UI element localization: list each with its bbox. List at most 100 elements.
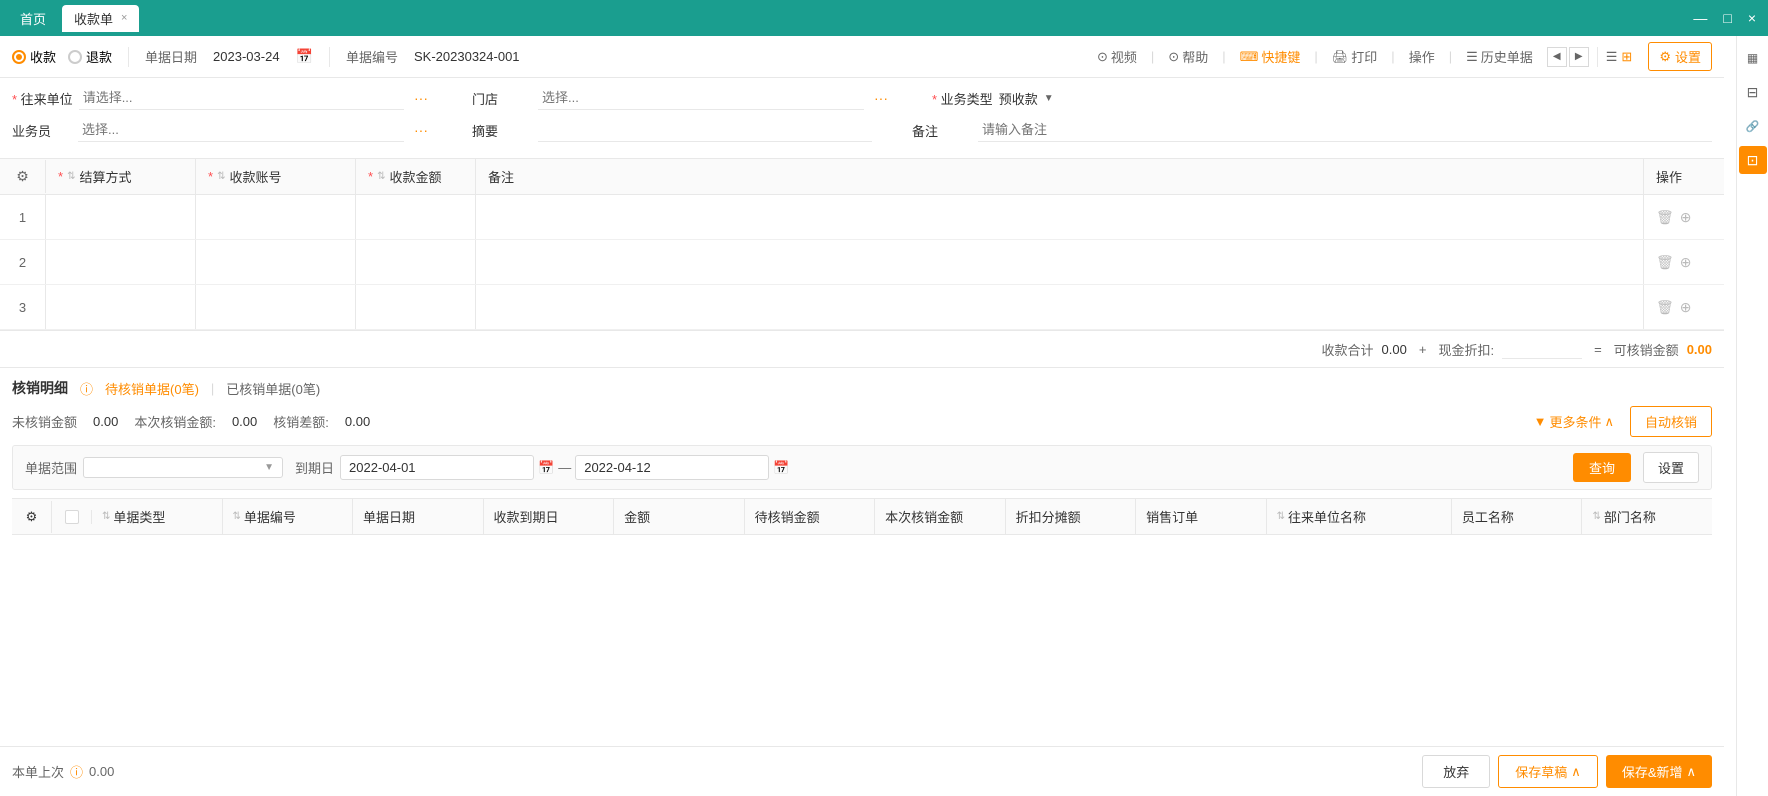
diff-value: 0.00 — [345, 414, 370, 429]
sidebar-icon-expand[interactable]: ⊡ — [1739, 146, 1767, 174]
td-settlement-3[interactable] — [46, 285, 196, 329]
td-account-2[interactable] — [196, 240, 356, 284]
num-label: 单据编号 — [346, 47, 398, 66]
print-btn[interactable]: 🖨 打印 — [1326, 45, 1384, 68]
list-view-icon[interactable]: ☰ — [1606, 49, 1618, 65]
radio-receive[interactable]: 收款 — [12, 47, 56, 66]
date-from-input[interactable] — [340, 455, 534, 480]
select-all-checkbox[interactable] — [65, 510, 79, 524]
current-label: 本单上次 — [12, 762, 64, 781]
date-label: 单据日期 — [145, 47, 197, 66]
lth-num: ⇅ 单据编号 — [223, 499, 354, 534]
td-remark-1[interactable] — [476, 195, 1644, 239]
row-delete-icon-3[interactable]: 🗑 — [1656, 299, 1674, 316]
sidebar-icon-minus[interactable]: ⊟ — [1739, 78, 1767, 106]
calendar-from-icon[interactable]: 📅 — [538, 460, 554, 476]
bottom-bar: 本单上次 ⓘ 0.00 放弃 保存草稿 ∧ 保存&新增 ∧ — [0, 746, 1724, 796]
plus-sign: + — [1419, 342, 1427, 357]
prev-arrow[interactable]: ◀ — [1547, 47, 1567, 67]
date-to-input[interactable] — [575, 455, 769, 480]
abandon-btn[interactable]: 放弃 — [1422, 755, 1490, 788]
staff-more-btn[interactable]: ··· — [410, 122, 432, 138]
collection-total-value: 0.00 — [1382, 342, 1407, 357]
td-remark-3[interactable] — [476, 285, 1644, 329]
table-settings-icon[interactable]: ⚙ — [16, 168, 29, 185]
current-info-icon[interactable]: ⓘ — [70, 762, 83, 781]
form-row-1: 往来单位 ··· 门店 ··· 业务类型 预收款 ▼ — [12, 86, 1712, 110]
row-copy-icon-3[interactable]: ⊕ — [1680, 299, 1692, 316]
row-num-1: 1 — [0, 195, 46, 239]
divider — [1597, 47, 1598, 67]
summary-input[interactable] — [538, 118, 872, 142]
partner-input[interactable] — [79, 86, 404, 110]
save-new-btn[interactable]: 保存&新增 ∧ — [1606, 755, 1712, 788]
row-delete-icon-1[interactable]: 🗑 — [1656, 209, 1674, 226]
window-minimize-btn[interactable]: — — [1689, 10, 1711, 26]
row-delete-icon-2[interactable]: 🗑 — [1656, 254, 1674, 271]
td-account-1[interactable] — [196, 195, 356, 239]
sidebar-icon-link[interactable]: 🔗 — [1739, 112, 1767, 140]
td-account-3[interactable] — [196, 285, 356, 329]
td-amount-2[interactable] — [356, 240, 476, 284]
staff-input[interactable] — [78, 118, 404, 142]
due-date-field: 到期日 📅 — 📅 — [295, 455, 789, 480]
window-maximize-btn[interactable]: □ — [1719, 10, 1735, 26]
range-select[interactable]: ▼ — [83, 457, 283, 478]
done-tab-link[interactable]: 已核销单据(0笔) — [226, 379, 320, 398]
date-calendar-icon[interactable]: 📅 — [296, 48, 313, 65]
sidebar-icon-table[interactable]: ▦ — [1739, 44, 1767, 72]
td-actions-3: 🗑 ⊕ — [1644, 285, 1724, 329]
grid-view-icon[interactable]: ⊞ — [1621, 49, 1632, 65]
shortcut-btn[interactable]: ⌨ 快捷键 — [1234, 45, 1307, 68]
th-amount: ⇅ 收款金额 — [356, 159, 476, 194]
row-copy-icon-1[interactable]: ⊕ — [1680, 209, 1692, 226]
summary-label: 摘要 — [472, 121, 532, 140]
pending-tab-link[interactable]: 待核销单据(0笔) — [105, 379, 199, 398]
lth-settings[interactable]: ⚙ — [12, 501, 52, 533]
nav-tab-receipt[interactable]: 收款单 × — [62, 5, 139, 32]
radio-refund[interactable]: 退款 — [68, 47, 112, 66]
nav-arrows: ◀ ▶ — [1547, 47, 1589, 67]
td-settlement-1[interactable] — [46, 195, 196, 239]
th-settings[interactable]: ⚙ — [0, 160, 46, 193]
home-label: 首页 — [20, 9, 46, 28]
partner-more-btn[interactable]: ··· — [410, 90, 432, 106]
table-header: ⚙ ⇅ 结算方式 ⇅ 收款账号 ⇅ 收款金额 备注 操作 — [0, 159, 1724, 195]
next-arrow[interactable]: ▶ — [1569, 47, 1589, 67]
lower-table-settings-icon[interactable]: ⚙ — [26, 509, 38, 525]
save-draft-btn[interactable]: 保存草稿 ∧ — [1498, 755, 1598, 788]
radio-receive-label: 收款 — [30, 47, 56, 66]
help-btn[interactable]: ⊙ 帮助 — [1162, 45, 1214, 68]
td-remark-2[interactable] — [476, 240, 1644, 284]
row-copy-icon-2[interactable]: ⊕ — [1680, 254, 1692, 271]
more-conditions-btn[interactable]: ▼ 更多条件 ∧ — [1534, 412, 1614, 431]
td-amount-3[interactable] — [356, 285, 476, 329]
tab-close-icon[interactable]: × — [121, 12, 127, 24]
auto-reconcile-btn[interactable]: 自动核销 — [1630, 406, 1712, 437]
unverified-label: 未核销金额 — [12, 412, 77, 431]
store-label: 门店 — [472, 89, 532, 108]
view-toggle[interactable]: ☰ ⊞ — [1606, 49, 1633, 65]
nav-tab-home[interactable]: 首页 — [8, 5, 58, 32]
operation-btn[interactable]: 操作 — [1403, 45, 1441, 68]
settings-button[interactable]: ⚙ 设置 — [1648, 42, 1712, 71]
store-input[interactable] — [538, 86, 864, 110]
window-close-btn[interactable]: × — [1744, 10, 1760, 26]
query-btn[interactable]: 查询 — [1573, 453, 1631, 482]
remark-input[interactable] — [978, 118, 1712, 142]
tab-separator: | — [211, 381, 214, 396]
lth-checkbox[interactable] — [52, 510, 92, 524]
radio-refund-circle — [68, 50, 82, 64]
reconcile-info-icon[interactable]: ⓘ — [80, 379, 93, 398]
video-btn[interactable]: ⊙ 视频 — [1091, 45, 1143, 68]
calendar-to-icon[interactable]: 📅 — [773, 460, 789, 476]
td-amount-1[interactable] — [356, 195, 476, 239]
filter-settings-btn[interactable]: 设置 — [1643, 452, 1699, 483]
total-row: 收款合计 0.00 + 现金折扣: = 可核销金额 0.00 — [0, 331, 1724, 368]
business-type-dropdown-icon[interactable]: ▼ — [1044, 93, 1054, 104]
discount-input[interactable] — [1502, 339, 1582, 359]
remark-field: 备注 — [912, 118, 1712, 142]
history-btn[interactable]: ☰ 历史单据 — [1460, 45, 1539, 68]
td-settlement-2[interactable] — [46, 240, 196, 284]
store-more-btn[interactable]: ··· — [870, 90, 892, 106]
